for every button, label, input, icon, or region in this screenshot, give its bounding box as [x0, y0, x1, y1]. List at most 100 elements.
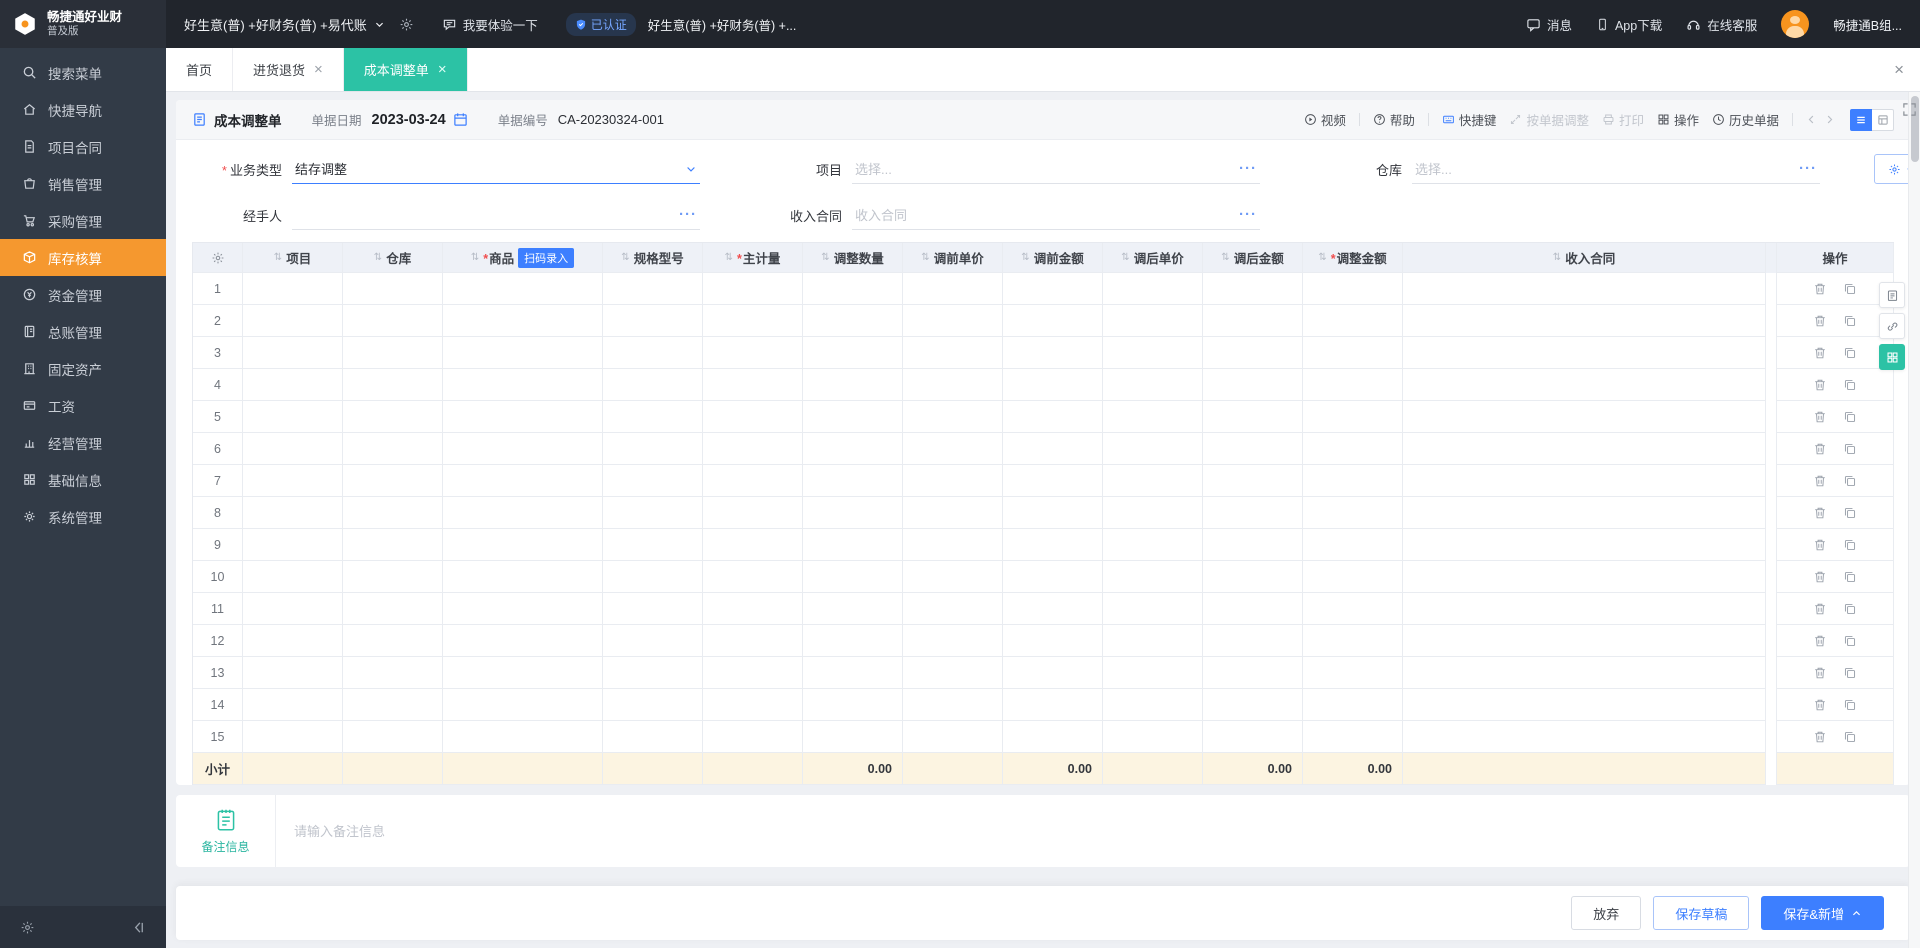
- float-link-button[interactable]: [1879, 313, 1905, 339]
- cell-project[interactable]: [243, 657, 343, 689]
- cell-pre_price[interactable]: [903, 465, 1003, 497]
- float-doc-button[interactable]: [1879, 282, 1905, 308]
- delete-row-icon[interactable]: [1813, 378, 1827, 392]
- cell-unit[interactable]: [703, 561, 803, 593]
- sidebar-item-operations[interactable]: 经营管理: [0, 424, 166, 461]
- certified-badge[interactable]: 已认证: [565, 12, 636, 36]
- cell-adjust_amount[interactable]: [1303, 273, 1403, 305]
- cell-project[interactable]: [243, 305, 343, 337]
- income-contract-input[interactable]: 收入合同 ···: [852, 200, 1260, 230]
- cell-warehouse[interactable]: [343, 689, 443, 721]
- cell-project[interactable]: [243, 369, 343, 401]
- cell-adjust_qty[interactable]: [803, 529, 903, 561]
- cell-income_contract[interactable]: [1403, 305, 1766, 337]
- cell-post_amount[interactable]: [1203, 433, 1303, 465]
- cell-adjust_qty[interactable]: [803, 433, 903, 465]
- sort-icon[interactable]: ⇅: [1021, 252, 1029, 263]
- sidebar-item-system[interactable]: 系统管理: [0, 498, 166, 535]
- cell-unit[interactable]: [703, 401, 803, 433]
- cell-post_price[interactable]: [1103, 401, 1203, 433]
- cell-goods[interactable]: [443, 497, 603, 529]
- cell-adjust_amount[interactable]: [1303, 657, 1403, 689]
- action-adjust-by-doc-button[interactable]: 按单据调整: [1509, 110, 1589, 129]
- cell-pre_amount[interactable]: [1003, 369, 1103, 401]
- cell-income_contract[interactable]: [1403, 561, 1766, 593]
- column-header-project[interactable]: ⇅ 项目: [243, 243, 343, 273]
- cell-warehouse[interactable]: [343, 529, 443, 561]
- collapse-sidebar-button[interactable]: [131, 920, 146, 935]
- cell-project[interactable]: [243, 401, 343, 433]
- sort-icon[interactable]: ⇅: [274, 252, 282, 263]
- delete-row-icon[interactable]: [1813, 506, 1827, 520]
- cell-pre_price[interactable]: [903, 593, 1003, 625]
- sort-icon[interactable]: ⇅: [725, 252, 733, 263]
- project-input[interactable]: 选择... ···: [852, 154, 1260, 184]
- action-shortcuts-button[interactable]: 快捷键: [1442, 110, 1496, 129]
- column-header-pre_amount[interactable]: ⇅ 调前金额: [1003, 243, 1103, 273]
- cell-unit[interactable]: [703, 497, 803, 529]
- app-download-button[interactable]: App下载: [1596, 15, 1662, 34]
- column-header-spec[interactable]: ⇅ 规格型号: [603, 243, 703, 273]
- delete-row-icon[interactable]: [1813, 666, 1827, 680]
- save-draft-button[interactable]: 保存草稿: [1653, 896, 1750, 930]
- cell-unit[interactable]: [703, 369, 803, 401]
- cell-post_price[interactable]: [1103, 689, 1203, 721]
- cell-income_contract[interactable]: [1403, 721, 1766, 753]
- cell-project[interactable]: [243, 497, 343, 529]
- cell-post_price[interactable]: [1103, 433, 1203, 465]
- cell-unit[interactable]: [703, 433, 803, 465]
- cell-warehouse[interactable]: [343, 369, 443, 401]
- cell-post_price[interactable]: [1103, 305, 1203, 337]
- cell-adjust_qty[interactable]: [803, 369, 903, 401]
- product-switcher[interactable]: 好生意(普) +好财务(普) +易代账: [184, 15, 385, 34]
- cell-goods[interactable]: [443, 433, 603, 465]
- save-and-new-button[interactable]: 保存&新增: [1761, 896, 1884, 930]
- cell-post_amount[interactable]: [1203, 721, 1303, 753]
- delete-row-icon[interactable]: [1813, 442, 1827, 456]
- cell-adjust_amount[interactable]: [1303, 689, 1403, 721]
- cell-spec[interactable]: [603, 689, 703, 721]
- cell-pre_amount[interactable]: [1003, 657, 1103, 689]
- sort-icon[interactable]: ⇅: [471, 252, 479, 263]
- column-header-goods[interactable]: ⇅ 商品扫码录入: [443, 243, 603, 273]
- cell-warehouse[interactable]: [343, 401, 443, 433]
- cell-spec[interactable]: [603, 433, 703, 465]
- cell-post_amount[interactable]: [1203, 689, 1303, 721]
- cell-unit[interactable]: [703, 305, 803, 337]
- cell-adjust_amount[interactable]: [1303, 337, 1403, 369]
- cell-post_amount[interactable]: [1203, 657, 1303, 689]
- business-type-select[interactable]: 结存调整: [292, 154, 700, 184]
- messages-button[interactable]: 消息: [1526, 15, 1572, 34]
- insert-copy-row-icon[interactable]: [1843, 538, 1857, 552]
- cell-income_contract[interactable]: [1403, 529, 1766, 561]
- cell-project[interactable]: [243, 561, 343, 593]
- topbar-settings-button[interactable]: [399, 17, 414, 32]
- float-apps-button[interactable]: [1879, 344, 1905, 370]
- cell-project[interactable]: [243, 721, 343, 753]
- sidebar-item-funds[interactable]: 资金管理: [0, 276, 166, 313]
- insert-copy-row-icon[interactable]: [1843, 730, 1857, 744]
- cell-project[interactable]: [243, 273, 343, 305]
- action-operations-button[interactable]: 操作: [1657, 110, 1699, 129]
- cell-income_contract[interactable]: [1403, 369, 1766, 401]
- cell-goods[interactable]: [443, 305, 603, 337]
- handler-input[interactable]: ···: [292, 200, 700, 230]
- view-list-toggle[interactable]: [1850, 108, 1872, 131]
- cell-pre_amount[interactable]: [1003, 561, 1103, 593]
- insert-copy-row-icon[interactable]: [1843, 474, 1857, 488]
- cell-goods[interactable]: [443, 401, 603, 433]
- cell-adjust_amount[interactable]: [1303, 305, 1403, 337]
- cell-spec[interactable]: [603, 529, 703, 561]
- tab-cost-adjustment[interactable]: 成本调整单 ×: [343, 48, 468, 91]
- scan-entry-button[interactable]: 扫码录入: [518, 247, 575, 268]
- cell-goods[interactable]: [443, 273, 603, 305]
- cell-pre_price[interactable]: [903, 625, 1003, 657]
- cell-warehouse[interactable]: [343, 561, 443, 593]
- sidebar-item-sales[interactable]: 销售管理: [0, 165, 166, 202]
- cell-income_contract[interactable]: [1403, 497, 1766, 529]
- sidebar-item-base-info[interactable]: 基础信息: [0, 461, 166, 498]
- cell-adjust_amount[interactable]: [1303, 433, 1403, 465]
- insert-copy-row-icon[interactable]: [1843, 410, 1857, 424]
- vertical-scrollbar[interactable]: [1908, 92, 1920, 948]
- cell-pre_amount[interactable]: [1003, 625, 1103, 657]
